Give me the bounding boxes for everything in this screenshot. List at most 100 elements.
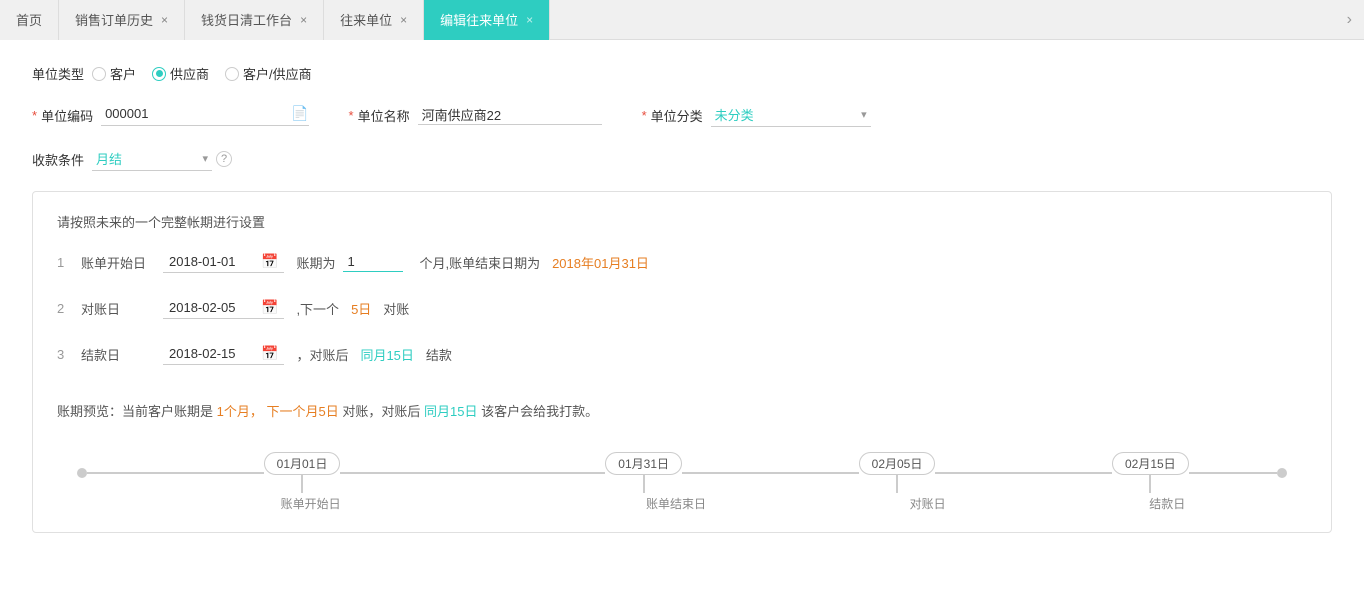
timeline-pill-3: 02月05日 [859,452,936,475]
payment-condition-value: 月结 [96,149,198,168]
unit-details-row: * 单位编码 📄 * 单位名称 * 单位分类 未分类 ▾ [32,103,1332,127]
period-label: 账期为 [296,253,335,272]
timeline-label-1: 账单开始日 [281,495,341,512]
radio-customer[interactable]: 客户 [92,64,136,83]
timeline-seg-5 [1189,472,1277,474]
payment-condition-label: 收款条件 [32,150,84,169]
close-partner[interactable]: × [400,13,407,27]
reconcile-date-label: 对账日 [81,299,151,318]
unit-category-required: * [642,108,647,123]
unit-code-field: * 单位编码 📄 [32,104,309,126]
tab-sales-history[interactable]: 销售订单历史 × [59,0,185,40]
timeline-seg-1 [87,472,264,474]
unit-code-icon[interactable]: 📄 [291,105,308,122]
tabs-bar: 首页 销售订单历史 × 钱货日清工作台 × 往来单位 × 编辑往来单位 × › [0,0,1364,40]
radio-supplier[interactable]: 供应商 [152,64,209,83]
timeline-label-2: 账单结束日 [646,495,706,512]
reconcile-desc-before: ,下一个 [296,299,339,318]
timeline-end-dot [1277,468,1287,478]
unit-name-field: * 单位名称 [349,105,602,125]
tab-partner[interactable]: 往来单位 × [324,0,424,40]
row-num-1: 1 [57,255,81,270]
reconcile-date-calendar-icon[interactable]: 📅 [261,299,278,316]
payment-desc-before: ，对账后 [296,345,348,364]
close-edit-partner[interactable]: × [526,13,533,27]
timeline-labels: 账单开始日 账单结束日 对账日 结款日 [77,495,1287,512]
timeline-stem-4 [1149,475,1151,493]
payment-condition-row: 收款条件 月结 ▾ ? [32,147,1332,171]
start-date-row: 1 账单开始日 📅 账期为 个月,账单结束日期为 2018年01月31日 [57,251,1307,273]
timeline-pill-2: 01月31日 [605,452,682,475]
timeline-pill-4: 02月15日 [1112,452,1189,475]
unit-name-label: 单位名称 [358,106,410,125]
unit-name-input[interactable] [418,105,602,125]
row-num-3: 3 [57,347,81,362]
payment-date-row: 3 结款日 📅 ，对账后 同月15日 结款 [57,343,1307,365]
timeline-point-4: 02月15日 [1112,452,1189,493]
radio-customer-supplier[interactable]: 客户/供应商 [225,64,312,83]
reconcile-date-input-wrap: 📅 [163,297,284,319]
unit-code-input[interactable] [101,104,285,123]
start-date-input[interactable] [169,254,257,269]
unit-category-field: * 单位分类 未分类 ▾ [642,103,871,127]
period-end-date: 2018年01月31日 [552,253,649,272]
panel-title: 请按照未来的一个完整帐期进行设置 [57,212,1307,231]
unit-type-label: 单位类型 [32,64,84,83]
timeline-seg-4 [935,472,1112,474]
payment-date-input-wrap: 📅 [163,343,284,365]
timeline-point-1: 01月01日 [264,452,341,493]
timeline-stem-3 [896,475,898,493]
tabs-scroll-right[interactable]: › [1335,11,1364,29]
radio-circle-customer [92,67,106,81]
unit-name-required: * [349,108,354,123]
timeline-line: 01月01日 01月31日 02月05日 02月15日 [77,452,1287,493]
unit-category-select[interactable]: 未分类 ▾ [711,103,871,127]
reconcile-date-row: 2 对账日 📅 ,下一个 5日 对账 [57,297,1307,319]
payment-date-input[interactable] [169,346,257,361]
timeline-stem-1 [301,475,303,493]
reconcile-desc-highlight: 5日 [351,299,371,318]
start-date-label: 账单开始日 [81,253,151,272]
payment-condition-field: 收款条件 月结 ▾ ? [32,147,232,171]
settings-panel: 请按照未来的一个完整帐期进行设置 1 账单开始日 📅 账期为 个月,账单结束日期… [32,191,1332,533]
timeline-seg-3 [682,472,859,474]
payment-desc-highlight: 同月15日 [360,345,413,364]
timeline-label-3: 对账日 [910,495,946,512]
reconcile-desc-after: 对账 [383,299,409,318]
timeline-start-dot [77,468,87,478]
preview-text: 账期预览：当前客户账期是 1个月， 下一个月5日 对账，对账后 同月15日 该客… [57,389,1307,432]
payment-date-label: 结款日 [81,345,151,364]
timeline-label-4: 结款日 [1149,495,1185,512]
page-content: 单位类型 客户 供应商 客户/供应商 [0,40,1364,608]
tab-home[interactable]: 首页 [0,0,59,40]
unit-code-input-wrap: 📄 [101,104,308,126]
reconcile-date-input[interactable] [169,300,257,315]
tab-edit-partner[interactable]: 编辑往来单位 × [424,0,550,40]
radio-circle-supplier [152,67,166,81]
unit-code-required: * [32,108,37,123]
timeline-point-3: 02月05日 [859,452,936,493]
payment-chevron-icon: ▾ [202,152,208,165]
close-cash-work[interactable]: × [300,13,307,27]
tab-cash-work[interactable]: 钱货日清工作台 × [185,0,324,40]
payment-condition-select[interactable]: 月结 ▾ [92,147,212,171]
start-date-calendar-icon[interactable]: 📅 [261,253,278,270]
start-date-input-wrap: 📅 [163,251,284,273]
timeline-point-2: 01月31日 [605,452,682,493]
timeline-stem-2 [643,475,645,493]
timeline-seg-2 [340,472,605,474]
unit-category-label: 单位分类 [651,106,703,125]
row-num-2: 2 [57,301,81,316]
unit-type-radio-group: 客户 供应商 客户/供应商 [92,64,312,83]
unit-code-label: 单位编码 [41,106,93,125]
unit-type-field: 单位类型 客户 供应商 客户/供应商 [32,64,312,83]
chevron-down-icon: ▾ [861,108,867,121]
radio-circle-customer-supplier [225,67,239,81]
help-icon[interactable]: ? [216,151,232,167]
close-sales-history[interactable]: × [161,13,168,27]
payment-date-calendar-icon[interactable]: 📅 [261,345,278,362]
timeline: 01月01日 01月31日 02月05日 02月15日 [57,452,1307,512]
payment-desc-after: 结款 [426,345,452,364]
period-unit-desc: 个月,账单结束日期为 [419,253,540,272]
period-value-input[interactable] [343,252,403,272]
